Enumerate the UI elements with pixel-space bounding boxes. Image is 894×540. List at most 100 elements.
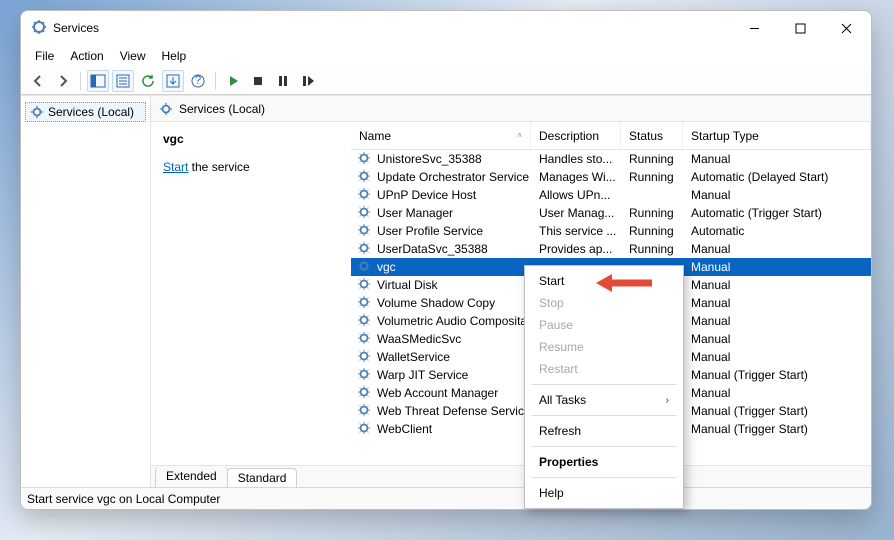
minimize-button[interactable] <box>731 13 777 43</box>
list-header[interactable]: Name˄ Description Status Startup Type <box>351 122 871 150</box>
service-startup: Manual <box>683 240 871 258</box>
service-startup: Manual <box>683 276 871 294</box>
service-row[interactable]: UPnP Device HostAllows UPn...Manual <box>351 186 871 204</box>
properties-button[interactable] <box>112 70 134 92</box>
view-tabs: Extended Standard <box>151 465 871 487</box>
tree-root-label: Services (Local) <box>48 105 134 119</box>
cm-resume: Resume <box>525 336 683 358</box>
service-startup: Manual (Trigger Start) <box>683 420 871 438</box>
menu-view[interactable]: View <box>112 47 154 65</box>
service-name: Warp JIT Service <box>377 368 468 382</box>
pause-service-button[interactable] <box>272 70 294 92</box>
forward-button[interactable] <box>52 70 74 92</box>
back-button[interactable] <box>27 70 49 92</box>
gear-icon <box>357 187 371 204</box>
gear-icon <box>357 259 371 276</box>
service-row[interactable]: User Profile ServiceThis service ...Runn… <box>351 222 871 240</box>
show-hide-tree-button[interactable] <box>87 70 109 92</box>
cm-pause: Pause <box>525 314 683 336</box>
service-row[interactable]: User ManagerUser Manag...RunningAutomati… <box>351 204 871 222</box>
tab-standard[interactable]: Standard <box>227 468 298 487</box>
service-row[interactable]: UnistoreSvc_35388Handles sto...RunningMa… <box>351 150 871 168</box>
col-name[interactable]: Name˄ <box>351 122 531 149</box>
cm-restart: Restart <box>525 358 683 380</box>
service-startup: Manual <box>683 384 871 402</box>
service-status <box>621 186 683 204</box>
cm-help[interactable]: Help <box>525 482 683 504</box>
service-startup: Automatic (Trigger Start) <box>683 204 871 222</box>
gear-icon <box>159 102 173 116</box>
gear-icon <box>357 421 371 438</box>
service-status: Running <box>621 204 683 222</box>
gear-icon <box>357 169 371 186</box>
gear-icon <box>357 367 371 384</box>
gear-icon <box>357 331 371 348</box>
window-title: Services <box>53 21 99 35</box>
sort-caret-icon: ˄ <box>517 131 522 140</box>
context-menu: Start Stop Pause Resume Restart All Task… <box>524 265 684 509</box>
service-row[interactable]: Update Orchestrator ServiceManages Wi...… <box>351 168 871 186</box>
service-startup: Manual <box>683 348 871 366</box>
service-desc: Provides ap... <box>531 240 621 258</box>
refresh-button[interactable] <box>137 70 159 92</box>
gear-icon <box>357 277 371 294</box>
start-service-link[interactable]: Start <box>163 160 188 174</box>
start-service-button[interactable] <box>222 70 244 92</box>
gear-icon <box>357 151 371 168</box>
service-startup: Manual <box>683 312 871 330</box>
close-button[interactable] <box>823 13 869 43</box>
service-name: Virtual Disk <box>377 278 437 292</box>
service-desc: User Manag... <box>531 204 621 222</box>
service-name: Web Threat Defense Service <box>377 404 531 418</box>
col-startup-type[interactable]: Startup Type <box>683 122 871 149</box>
left-tree[interactable]: Services (Local) <box>21 96 151 487</box>
service-name: Web Account Manager <box>377 386 498 400</box>
menu-action[interactable]: Action <box>62 47 111 65</box>
export-button[interactable] <box>162 70 184 92</box>
menu-file[interactable]: File <box>27 47 62 65</box>
gear-icon <box>357 385 371 402</box>
service-name: UnistoreSvc_35388 <box>377 152 482 166</box>
titlebar[interactable]: Services <box>21 11 871 45</box>
service-desc: Manages Wi... <box>531 168 621 186</box>
service-name: User Profile Service <box>377 224 483 238</box>
service-name: Volume Shadow Copy <box>377 296 495 310</box>
help-button[interactable]: ? <box>187 70 209 92</box>
stop-service-button[interactable] <box>247 70 269 92</box>
statusbar-text: Start service vgc on Local Computer <box>27 492 220 506</box>
col-description[interactable]: Description <box>531 122 621 149</box>
service-startup: Automatic <box>683 222 871 240</box>
service-name: WebClient <box>377 422 432 436</box>
services-window: Services File Action View Help ? Service… <box>20 10 872 510</box>
restart-service-button[interactable] <box>297 70 319 92</box>
gear-icon <box>357 295 371 312</box>
col-status[interactable]: Status <box>621 122 683 149</box>
service-row[interactable]: UserDataSvc_35388 Provides ap...RunningMa… <box>351 240 871 258</box>
service-startup: Manual <box>683 258 871 276</box>
service-status: Running <box>621 150 683 168</box>
gear-icon <box>30 105 44 119</box>
service-name: UserDataSvc_35388 <box>377 242 488 256</box>
gear-icon <box>357 223 371 240</box>
service-name: WaaSMedicSvc <box>377 332 461 346</box>
toolbar: ? <box>21 67 871 95</box>
service-startup: Manual (Trigger Start) <box>683 402 871 420</box>
tree-root-services-local[interactable]: Services (Local) <box>25 102 146 122</box>
statusbar: Start service vgc on Local Computer <box>21 487 871 509</box>
service-desc: Allows UPn... <box>531 186 621 204</box>
detail-panel: vgc Start the service <box>151 122 351 465</box>
cm-properties[interactable]: Properties <box>525 451 683 473</box>
menu-help[interactable]: Help <box>154 47 195 65</box>
gear-icon <box>357 403 371 420</box>
service-status: Running <box>621 240 683 258</box>
tab-extended[interactable]: Extended <box>155 467 228 487</box>
service-status: Running <box>621 168 683 186</box>
service-desc: This service ... <box>531 222 621 240</box>
maximize-button[interactable] <box>777 13 823 43</box>
gear-icon <box>357 205 371 222</box>
cm-refresh[interactable]: Refresh <box>525 420 683 442</box>
pane-header-text: Services (Local) <box>179 102 265 116</box>
services-app-icon <box>31 19 47 38</box>
service-name: WalletService <box>377 350 450 364</box>
cm-all-tasks[interactable]: All Tasks› <box>525 389 683 411</box>
